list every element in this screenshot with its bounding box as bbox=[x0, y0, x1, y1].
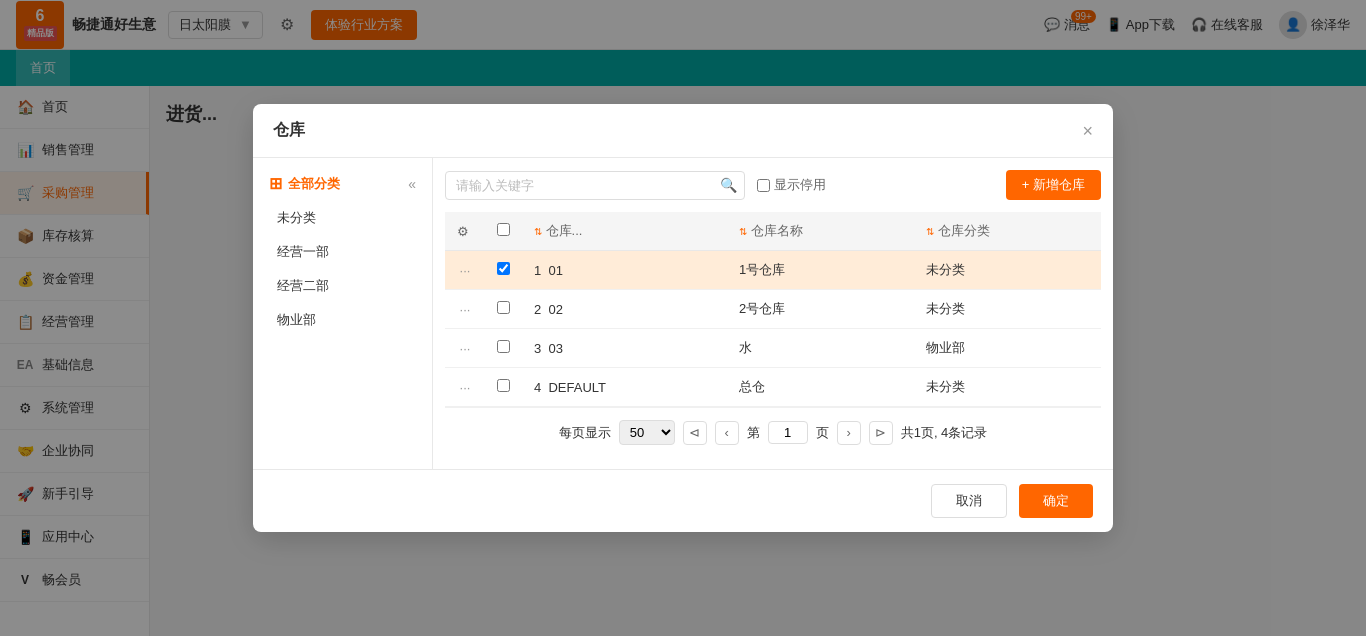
first-page-button[interactable]: ⊲ bbox=[683, 421, 707, 445]
table-row[interactable]: ··· 2 02 2号仓库 未分类 bbox=[445, 290, 1101, 329]
row-checkbox[interactable] bbox=[497, 262, 510, 275]
row-more-icon[interactable]: ··· bbox=[460, 380, 471, 395]
row-seq-code: 4 DEFAULT bbox=[522, 368, 727, 407]
row-seq-code: 1 01 bbox=[522, 251, 727, 290]
table-panel: 🔍 显示停用 + 新增仓库 ⚙ bbox=[433, 158, 1113, 469]
row-category: 未分类 bbox=[914, 368, 1101, 407]
page-size-select[interactable]: 10 20 50 100 bbox=[619, 420, 675, 445]
row-check-cell bbox=[485, 290, 522, 329]
next-page-icon: › bbox=[846, 425, 850, 440]
row-check-cell bbox=[485, 368, 522, 407]
next-page-button[interactable]: › bbox=[837, 421, 861, 445]
page-size-label: 每页显示 bbox=[559, 424, 611, 442]
search-input[interactable] bbox=[445, 171, 745, 200]
last-page-button[interactable]: ⊳ bbox=[869, 421, 893, 445]
search-wrap: 🔍 bbox=[445, 171, 745, 200]
col-header-category: ⇅ 仓库分类 bbox=[914, 212, 1101, 251]
row-action-cell: ··· bbox=[445, 290, 485, 329]
row-checkbox[interactable] bbox=[497, 379, 510, 392]
category-item-property[interactable]: 物业部 bbox=[253, 303, 432, 337]
show-disabled-label[interactable]: 显示停用 bbox=[757, 176, 826, 194]
modal-title: 仓库 bbox=[273, 120, 305, 141]
row-category: 未分类 bbox=[914, 290, 1101, 329]
modal-body: ⊞ 全部分类 « 未分类 经营一部 经营二部 物业部 bbox=[253, 158, 1113, 469]
sort-icon: ⇅ bbox=[534, 226, 542, 237]
row-more-icon[interactable]: ··· bbox=[460, 341, 471, 356]
collapse-icon[interactable]: « bbox=[408, 176, 416, 192]
col-header-check bbox=[485, 212, 522, 251]
cancel-button[interactable]: 取消 bbox=[931, 484, 1007, 518]
table-row[interactable]: ··· 4 DEFAULT 总仓 未分类 bbox=[445, 368, 1101, 407]
row-name: 2号仓库 bbox=[727, 290, 914, 329]
add-warehouse-button[interactable]: + 新增仓库 bbox=[1006, 170, 1101, 200]
col-header-code: ⇅ 仓库... bbox=[522, 212, 727, 251]
sort-icon: ⇅ bbox=[739, 226, 747, 237]
row-more-icon[interactable]: ··· bbox=[460, 302, 471, 317]
sort-icon: ⇅ bbox=[926, 226, 934, 237]
show-disabled-checkbox[interactable] bbox=[757, 179, 770, 192]
table-row[interactable]: ··· 3 03 水 物业部 bbox=[445, 329, 1101, 368]
category-item-ops1[interactable]: 经营一部 bbox=[253, 235, 432, 269]
category-item-unclassified[interactable]: 未分类 bbox=[253, 201, 432, 235]
prev-page-icon: ‹ bbox=[724, 425, 728, 440]
last-page-icon: ⊳ bbox=[875, 425, 886, 440]
modal-close-button[interactable]: × bbox=[1082, 122, 1093, 140]
search-icon[interactable]: 🔍 bbox=[720, 177, 737, 193]
col-header-name: ⇅ 仓库名称 bbox=[727, 212, 914, 251]
warehouse-modal: 仓库 × ⊞ 全部分类 « 未分类 经营一部 bbox=[253, 104, 1113, 532]
table-toolbar: 🔍 显示停用 + 新增仓库 bbox=[445, 170, 1101, 200]
category-panel: ⊞ 全部分类 « 未分类 经营一部 经营二部 物业部 bbox=[253, 158, 433, 469]
pagination: 每页显示 10 20 50 100 ⊲ ‹ 第 页 bbox=[445, 407, 1101, 457]
confirm-button[interactable]: 确定 bbox=[1019, 484, 1093, 518]
row-checkbox[interactable] bbox=[497, 340, 510, 353]
table-container: ⚙ ⇅ 仓库... ⇅ bbox=[445, 212, 1101, 407]
modal-overlay: 仓库 × ⊞ 全部分类 « 未分类 经营一部 bbox=[0, 0, 1366, 636]
category-all-header[interactable]: ⊞ 全部分类 « bbox=[253, 166, 432, 201]
row-category: 物业部 bbox=[914, 329, 1101, 368]
page-label: 第 bbox=[747, 424, 760, 442]
row-checkbox[interactable] bbox=[497, 301, 510, 314]
warehouse-table: ⚙ ⇅ 仓库... ⇅ bbox=[445, 212, 1101, 407]
row-action-cell: ··· bbox=[445, 368, 485, 407]
page-unit: 页 bbox=[816, 424, 829, 442]
table-body: ··· 1 01 1号仓库 未分类 ··· 2 02 2号仓库 未分类 ··· bbox=[445, 251, 1101, 407]
modal-footer: 取消 确定 bbox=[253, 469, 1113, 532]
row-category: 未分类 bbox=[914, 251, 1101, 290]
col-header-gear: ⚙ bbox=[445, 212, 485, 251]
modal-header: 仓库 × bbox=[253, 104, 1113, 158]
row-check-cell bbox=[485, 251, 522, 290]
grid-icon: ⊞ bbox=[269, 174, 282, 193]
category-all-label: ⊞ 全部分类 bbox=[269, 174, 340, 193]
first-page-icon: ⊲ bbox=[689, 425, 700, 440]
row-name: 总仓 bbox=[727, 368, 914, 407]
page-number-input[interactable] bbox=[768, 421, 808, 444]
prev-page-button[interactable]: ‹ bbox=[715, 421, 739, 445]
category-item-ops2[interactable]: 经营二部 bbox=[253, 269, 432, 303]
row-seq-code: 2 02 bbox=[522, 290, 727, 329]
row-seq-code: 3 03 bbox=[522, 329, 727, 368]
row-name: 1号仓库 bbox=[727, 251, 914, 290]
gear-icon: ⚙ bbox=[457, 224, 469, 239]
category-all-text: 全部分类 bbox=[288, 175, 340, 193]
row-action-cell: ··· bbox=[445, 251, 485, 290]
row-check-cell bbox=[485, 329, 522, 368]
row-action-cell: ··· bbox=[445, 329, 485, 368]
total-info: 共1页, 4条记录 bbox=[901, 424, 988, 442]
select-all-checkbox[interactable] bbox=[497, 223, 510, 236]
row-more-icon[interactable]: ··· bbox=[460, 263, 471, 278]
row-name: 水 bbox=[727, 329, 914, 368]
table-row[interactable]: ··· 1 01 1号仓库 未分类 bbox=[445, 251, 1101, 290]
table-head: ⚙ ⇅ 仓库... ⇅ bbox=[445, 212, 1101, 251]
